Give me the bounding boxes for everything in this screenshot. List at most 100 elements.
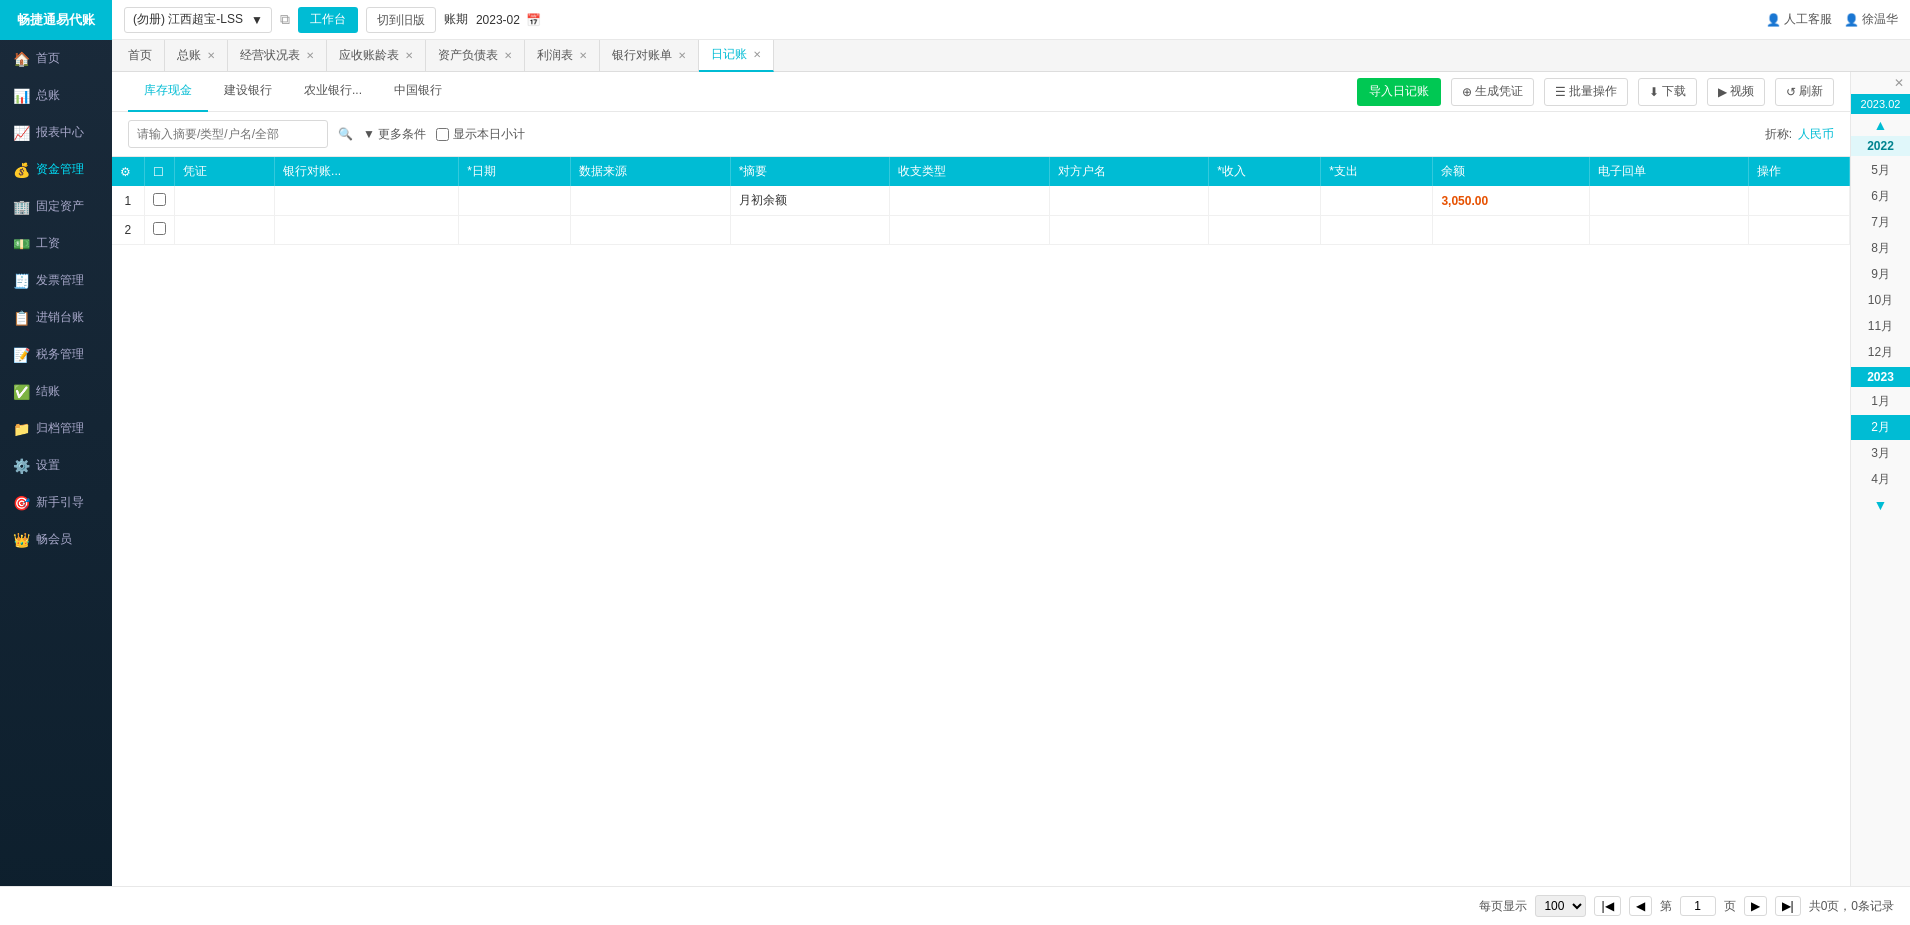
toolbar-buttons: 导入日记账 ⊕ 生成凭证 ☰ 批量操作 ⬇ 下载 ▶ <box>1357 78 1834 106</box>
download-button[interactable]: ⬇ 下载 <box>1638 78 1697 106</box>
page-number-input[interactable] <box>1680 896 1716 916</box>
company-selector[interactable]: (勿册) 江西超宝-LSS ▼ <box>124 7 272 33</box>
journal-table: ⚙ ☐ 凭证 银行对账... *日期 数据来源 *摘要 收支类型 对方户名 *收… <box>112 157 1850 245</box>
date-panel-header-label: 2023.02 <box>1851 94 1910 114</box>
table-row: 1 月初余额 3,050.00 <box>112 186 1850 216</box>
date-panel: ✕ 2023.02 ▲ 2022 5月 6月 7月 8月 9月 10月 11月 … <box>1850 72 1910 925</box>
sidebar-item-assets[interactable]: 🏢 固定资产 <box>0 188 112 225</box>
avatar-icon: 👤 <box>1844 13 1859 27</box>
sidebar-item-archive[interactable]: 📁 归档管理 <box>0 410 112 447</box>
month-2022-8[interactable]: 8月 <box>1851 236 1910 261</box>
sidebar-item-tax[interactable]: 📝 税务管理 <box>0 336 112 373</box>
service-label: 人工客服 <box>1784 11 1832 28</box>
sidebar-item-salary[interactable]: 💵 工资 <box>0 225 112 262</box>
tab-business-status[interactable]: 经营状况表 ✕ <box>228 40 327 72</box>
cell-counterpart <box>1049 216 1209 245</box>
first-page-button[interactable]: |◀ <box>1594 896 1620 916</box>
calendar-icon[interactable]: 📅 <box>526 13 541 27</box>
sidebar-item-label: 首页 <box>36 50 60 67</box>
tab-close-icon[interactable]: ✕ <box>405 50 413 61</box>
row-checkbox[interactable] <box>144 216 174 245</box>
sub-tab-abc[interactable]: 农业银行... <box>288 72 378 112</box>
date-down-arrow[interactable]: ▼ <box>1851 494 1910 516</box>
show-today-toggle[interactable]: 显示本日小计 <box>436 126 525 143</box>
month-2022-6[interactable]: 6月 <box>1851 184 1910 209</box>
tab-label: 银行对账单 <box>612 47 672 64</box>
video-button[interactable]: ▶ 视频 <box>1707 78 1765 106</box>
sub-tab-label: 建设银行 <box>224 82 272 99</box>
month-2023-4[interactable]: 4月 <box>1851 467 1910 492</box>
tab-ledger[interactable]: 总账 ✕ <box>165 40 228 72</box>
per-page-select[interactable]: 100 50 200 <box>1535 895 1586 917</box>
month-2022-5[interactable]: 5月 <box>1851 158 1910 183</box>
month-2023-2[interactable]: 2月 <box>1851 415 1910 440</box>
month-2023-1[interactable]: 1月 <box>1851 389 1910 414</box>
invoice-icon: 🧾 <box>12 273 30 289</box>
currency-selector: 折称: 人民币 <box>1765 126 1834 143</box>
search-input[interactable] <box>128 120 328 148</box>
month-2022-10[interactable]: 10月 <box>1851 288 1910 313</box>
generate-voucher-button[interactable]: ⊕ 生成凭证 <box>1451 78 1534 106</box>
row-checkbox[interactable] <box>144 186 174 216</box>
tab-ar-aging[interactable]: 应收账龄表 ✕ <box>327 40 426 72</box>
sidebar-item-settings[interactable]: ⚙️ 设置 <box>0 447 112 484</box>
tab-close-icon[interactable]: ✕ <box>207 50 215 61</box>
sub-tab-ccb[interactable]: 建设银行 <box>208 72 288 112</box>
sidebar-item-label: 税务管理 <box>36 346 84 363</box>
sub-tab-cash[interactable]: 库存现金 <box>128 72 208 112</box>
sidebar-item-finance[interactable]: 💰 资金管理 <box>0 151 112 188</box>
date-panel-close[interactable]: ✕ <box>1851 72 1910 94</box>
show-today-checkbox[interactable] <box>436 128 449 141</box>
col-expense: *支出 <box>1321 157 1433 186</box>
batch-op-button[interactable]: ☰ 批量操作 <box>1544 78 1628 106</box>
sidebar-item-home[interactable]: 🏠 首页 <box>0 40 112 77</box>
cell-expense <box>1321 216 1433 245</box>
last-page-button[interactable]: ▶| <box>1775 896 1801 916</box>
copy-icon[interactable]: ⧉ <box>280 11 290 28</box>
month-2023-3[interactable]: 3月 <box>1851 441 1910 466</box>
human-service[interactable]: 👤 人工客服 <box>1766 11 1832 28</box>
month-2022-7[interactable]: 7月 <box>1851 210 1910 235</box>
tab-home[interactable]: 首页 <box>116 40 165 72</box>
tab-journal[interactable]: 日记账 ✕ <box>699 40 774 72</box>
currency-value[interactable]: 人民币 <box>1798 126 1834 143</box>
sub-tab-boc[interactable]: 中国银行 <box>378 72 458 112</box>
col-counterpart: 对方户名 <box>1049 157 1209 186</box>
month-2022-9[interactable]: 9月 <box>1851 262 1910 287</box>
currency-label: 折称: <box>1765 126 1792 143</box>
col-settings[interactable]: ⚙ <box>112 157 144 186</box>
import-journal-button[interactable]: 导入日记账 <box>1357 78 1441 106</box>
tab-bank-statement[interactable]: 银行对账单 ✕ <box>600 40 699 72</box>
date-up-arrow[interactable]: ▲ <box>1851 114 1910 136</box>
workbench-button[interactable]: 工作台 <box>298 7 358 33</box>
sidebar-item-guide[interactable]: 🎯 新手引导 <box>0 484 112 521</box>
month-2022-11[interactable]: 11月 <box>1851 314 1910 339</box>
tab-label: 资产负债表 <box>438 47 498 64</box>
tab-income[interactable]: 利润表 ✕ <box>525 40 600 72</box>
sidebar-item-member[interactable]: 👑 畅会员 <box>0 521 112 558</box>
next-page-button[interactable]: ▶ <box>1744 896 1767 916</box>
prev-page-button[interactable]: ◀ <box>1629 896 1652 916</box>
month-2022-12[interactable]: 12月 <box>1851 340 1910 365</box>
col-checkbox[interactable]: ☐ <box>144 157 174 186</box>
old-version-button[interactable]: 切到旧版 <box>366 7 436 33</box>
username: 徐温华 <box>1862 11 1898 28</box>
tab-balance-sheet[interactable]: 资产负债表 ✕ <box>426 40 525 72</box>
refresh-button[interactable]: ↺ 刷新 <box>1775 78 1834 106</box>
tab-close-icon[interactable]: ✕ <box>579 50 587 61</box>
tab-close-icon[interactable]: ✕ <box>504 50 512 61</box>
sidebar-item-reports[interactable]: 📈 报表中心 <box>0 114 112 151</box>
sidebar-item-ledger[interactable]: 📊 总账 <box>0 77 112 114</box>
sidebar-item-invoice[interactable]: 🧾 发票管理 <box>0 262 112 299</box>
finance-icon: 💰 <box>12 162 30 178</box>
sidebar-item-close[interactable]: ✅ 结账 <box>0 373 112 410</box>
user-avatar[interactable]: 👤 徐温华 <box>1844 11 1898 28</box>
btn-label: 刷新 <box>1799 83 1823 100</box>
sidebar-item-sales[interactable]: 📋 进销台账 <box>0 299 112 336</box>
more-filter-button[interactable]: ▼ 更多条件 <box>363 126 426 143</box>
search-icon[interactable]: 🔍 <box>338 127 353 141</box>
tab-label: 经营状况表 <box>240 47 300 64</box>
tab-close-icon[interactable]: ✕ <box>753 49 761 60</box>
tab-close-icon[interactable]: ✕ <box>306 50 314 61</box>
tab-close-icon[interactable]: ✕ <box>678 50 686 61</box>
